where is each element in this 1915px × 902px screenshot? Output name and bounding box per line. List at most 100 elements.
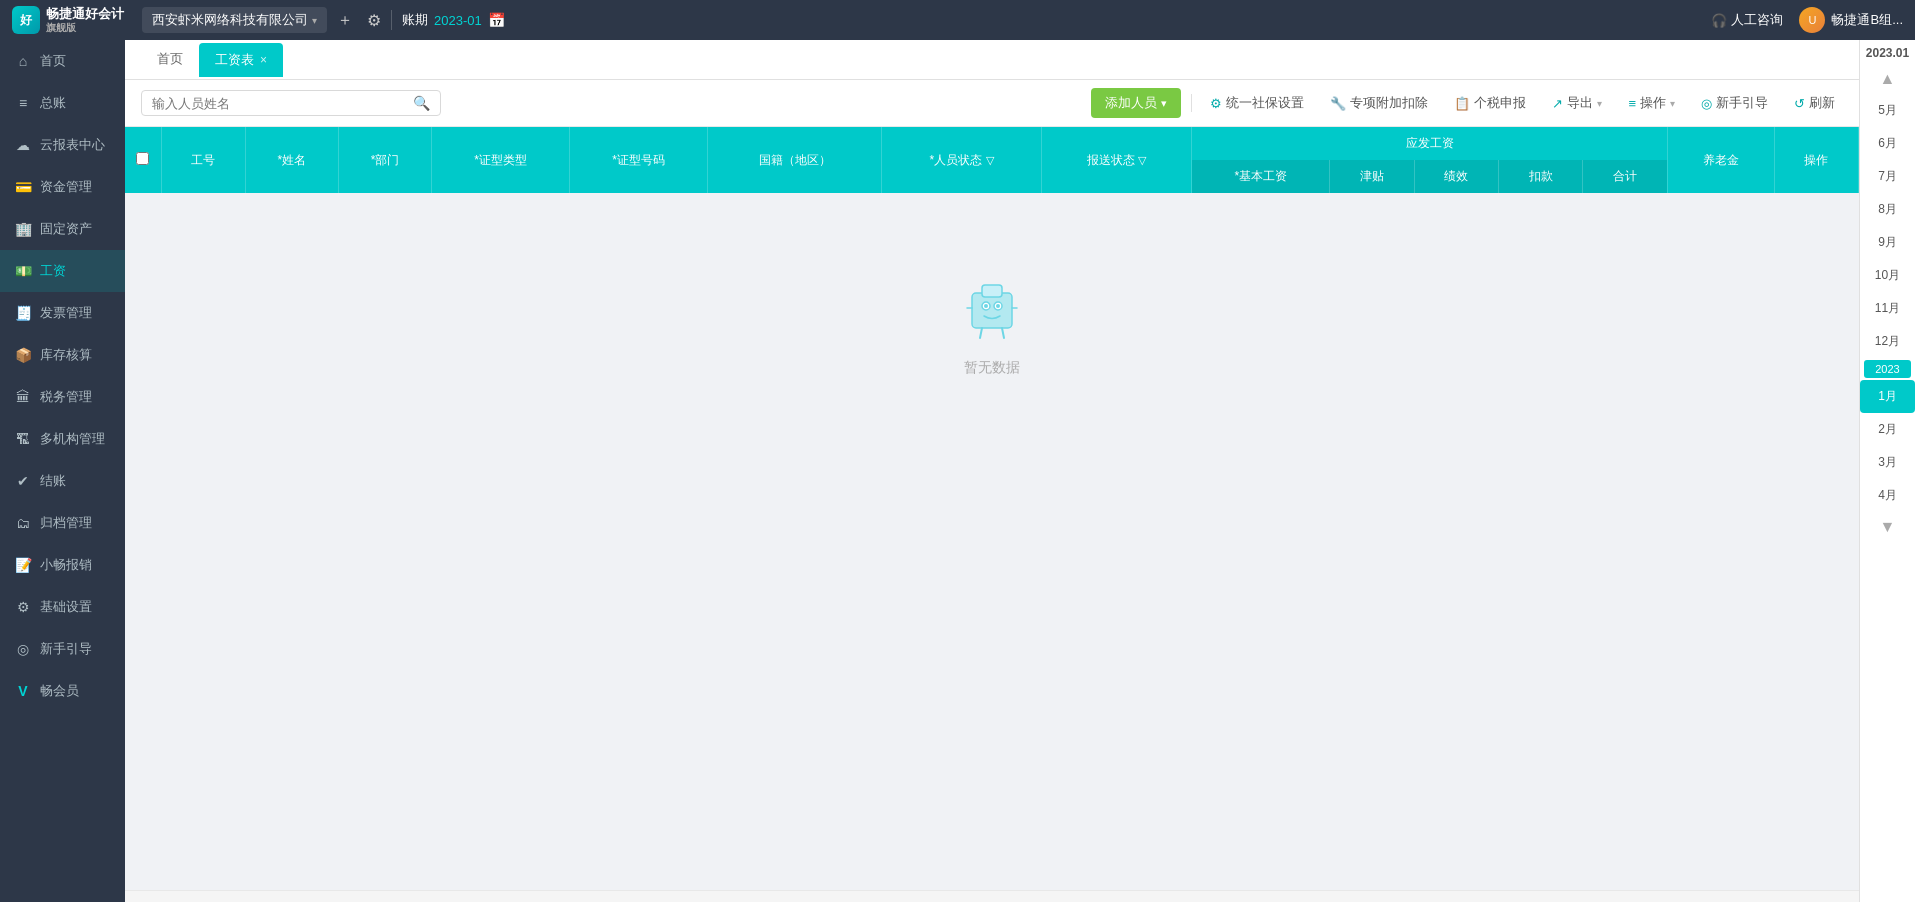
funds-icon: 💳 xyxy=(14,179,32,195)
salary-icon: 💵 xyxy=(14,263,32,279)
month-11[interactable]: 11月 xyxy=(1860,292,1915,325)
sidebar-label-settle: 结账 xyxy=(40,472,66,490)
calendar-icon[interactable]: 📅 xyxy=(488,12,505,28)
month-1[interactable]: 1月 xyxy=(1860,380,1915,413)
human-service-btn[interactable]: 🎧 人工咨询 xyxy=(1711,11,1783,29)
personal-tax-action[interactable]: 📋 个税申报 xyxy=(1446,90,1534,116)
empty-icon xyxy=(952,273,1032,343)
new-guide-action[interactable]: ◎ 新手引导 xyxy=(1693,90,1776,116)
month-panel: 2023.01 ▲ 5月 6月 7月 8月 9月 10月 11月 12月 202… xyxy=(1859,40,1915,902)
sidebar-item-cloud-report[interactable]: ☁ 云报表中心 xyxy=(0,124,125,166)
month-9[interactable]: 9月 xyxy=(1860,226,1915,259)
sidebar-label-expense: 小畅报销 xyxy=(40,556,92,574)
add-chevron-icon: ▾ xyxy=(1161,97,1167,110)
sidebar-item-invoice[interactable]: 🧾 发票管理 xyxy=(0,292,125,334)
th-pension: 养老金 xyxy=(1667,127,1774,193)
sidebar-item-archive[interactable]: 🗂 归档管理 xyxy=(0,502,125,544)
sidebar-item-tax[interactable]: 🏛 税务管理 xyxy=(0,376,125,418)
month-4[interactable]: 4月 xyxy=(1860,479,1915,512)
invoice-icon: 🧾 xyxy=(14,305,32,321)
sidebar-item-inventory[interactable]: 📦 库存核算 xyxy=(0,334,125,376)
month-8[interactable]: 8月 xyxy=(1860,193,1915,226)
th-total: 合计 xyxy=(1583,160,1667,193)
social-security-icon: ⚙ xyxy=(1210,96,1222,111)
new-guide-icon: ◎ xyxy=(1701,96,1712,111)
sidebar-item-ledger[interactable]: ≡ 总账 xyxy=(0,82,125,124)
sidebar-item-settings[interactable]: ⚙ 基础设置 xyxy=(0,586,125,628)
operations-action[interactable]: ≡ 操作 ▾ xyxy=(1620,90,1683,116)
tab-salary-table[interactable]: 工资表 × xyxy=(199,43,283,77)
month-6[interactable]: 6月 xyxy=(1860,127,1915,160)
table-wrap[interactable]: 工号 *姓名 *部门 *证型类型 *证型号码 国籍（地区） *人员状态 ▽ 报送… xyxy=(125,127,1859,890)
period-value[interactable]: 2023-01 xyxy=(434,13,482,28)
operations-label: 操作 xyxy=(1640,94,1666,112)
sidebar-item-fixed-assets[interactable]: 🏢 固定资产 xyxy=(0,208,125,250)
refresh-action[interactable]: ↺ 刷新 xyxy=(1786,90,1843,116)
month-10[interactable]: 10月 xyxy=(1860,259,1915,292)
th-checkbox[interactable] xyxy=(125,127,161,193)
sidebar-item-home[interactable]: ⌂ 首页 xyxy=(0,40,125,82)
add-icon[interactable]: ＋ xyxy=(337,10,353,31)
sidebar-item-funds[interactable]: 💳 资金管理 xyxy=(0,166,125,208)
tab-home[interactable]: 首页 xyxy=(141,42,199,78)
svg-point-4 xyxy=(984,304,988,308)
ledger-icon: ≡ xyxy=(14,95,32,111)
add-person-label: 添加人员 xyxy=(1105,94,1157,112)
month-12[interactable]: 12月 xyxy=(1860,325,1915,358)
content-area: 首页 工资表 × 🔍 添加人员 ▾ ⚙ 统一社保设置 xyxy=(125,40,1859,902)
user-info[interactable]: U 畅捷通B组... xyxy=(1799,7,1903,33)
app-name: 畅捷通好会计 xyxy=(46,6,124,22)
social-security-action[interactable]: ⚙ 统一社保设置 xyxy=(1202,90,1312,116)
sidebar-label-settings: 基础设置 xyxy=(40,598,92,616)
chevron-down-icon: ▾ xyxy=(312,15,317,26)
sidebar-item-expense[interactable]: 📝 小畅报销 xyxy=(0,544,125,586)
multi-org-icon: 🏗 xyxy=(14,431,32,447)
sidebar-item-multi-org[interactable]: 🏗 多机构管理 xyxy=(0,418,125,460)
sidebar-item-guide[interactable]: ◎ 新手引导 xyxy=(0,628,125,670)
month-7[interactable]: 7月 xyxy=(1860,160,1915,193)
th-id-no: *证型号码 xyxy=(570,127,708,193)
special-deduction-icon: 🔧 xyxy=(1330,96,1346,111)
sidebar-label-ledger: 总账 xyxy=(40,94,66,112)
th-report-status: 报送状态 ▽ xyxy=(1041,127,1192,193)
special-deduction-label: 专项附加扣除 xyxy=(1350,94,1428,112)
search-box[interactable]: 🔍 xyxy=(141,90,441,116)
empty-state: 暂无数据 xyxy=(125,193,1859,457)
sidebar-item-settle[interactable]: ✔ 结账 xyxy=(0,460,125,502)
settings-icon[interactable]: ⚙ xyxy=(367,11,381,30)
special-deduction-action[interactable]: 🔧 专项附加扣除 xyxy=(1322,90,1436,116)
sidebar-item-salary[interactable]: 💵 工资 xyxy=(0,250,125,292)
year-2023-label[interactable]: 2023 xyxy=(1864,360,1911,378)
table-scrollbar[interactable] xyxy=(125,890,1859,902)
toolbar-right: 添加人员 ▾ ⚙ 统一社保设置 🔧 专项附加扣除 📋 个税申报 xyxy=(1091,88,1843,118)
month-nav-down[interactable]: ▼ xyxy=(1860,512,1915,542)
export-chevron-icon: ▾ xyxy=(1597,98,1602,109)
period-label: 账期 xyxy=(402,11,428,29)
social-security-label: 统一社保设置 xyxy=(1226,94,1304,112)
topbar-divider xyxy=(391,10,392,30)
salary-table: 工号 *姓名 *部门 *证型类型 *证型号码 国籍（地区） *人员状态 ▽ 报送… xyxy=(125,127,1859,193)
month-2[interactable]: 2月 xyxy=(1860,413,1915,446)
month-5[interactable]: 5月 xyxy=(1860,94,1915,127)
tab-close-icon[interactable]: × xyxy=(260,53,267,67)
th-ops: 操作 xyxy=(1774,127,1858,193)
search-input[interactable] xyxy=(152,96,413,111)
home-icon: ⌂ xyxy=(14,53,32,69)
sidebar-label-funds: 资金管理 xyxy=(40,178,92,196)
svg-point-5 xyxy=(996,304,1000,308)
company-selector[interactable]: 西安虾米网络科技有限公司 ▾ xyxy=(142,7,327,33)
month-3[interactable]: 3月 xyxy=(1860,446,1915,479)
headset-icon: 🎧 xyxy=(1711,13,1727,28)
month-nav-up[interactable]: ▲ xyxy=(1860,64,1915,94)
operations-chevron-icon: ▾ xyxy=(1670,98,1675,109)
sidebar-item-member[interactable]: V 畅会员 xyxy=(0,670,125,712)
refresh-label: 刷新 xyxy=(1809,94,1835,112)
th-base-salary: *基本工资 xyxy=(1192,160,1330,193)
sidebar-label-fixed-assets: 固定资产 xyxy=(40,220,92,238)
th-subsidy: 津贴 xyxy=(1330,160,1414,193)
th-name: *姓名 xyxy=(245,127,338,193)
export-icon: ↗ xyxy=(1552,96,1563,111)
select-all-checkbox[interactable] xyxy=(136,152,149,165)
export-action[interactable]: ↗ 导出 ▾ xyxy=(1544,90,1610,116)
add-person-button[interactable]: 添加人员 ▾ xyxy=(1091,88,1181,118)
